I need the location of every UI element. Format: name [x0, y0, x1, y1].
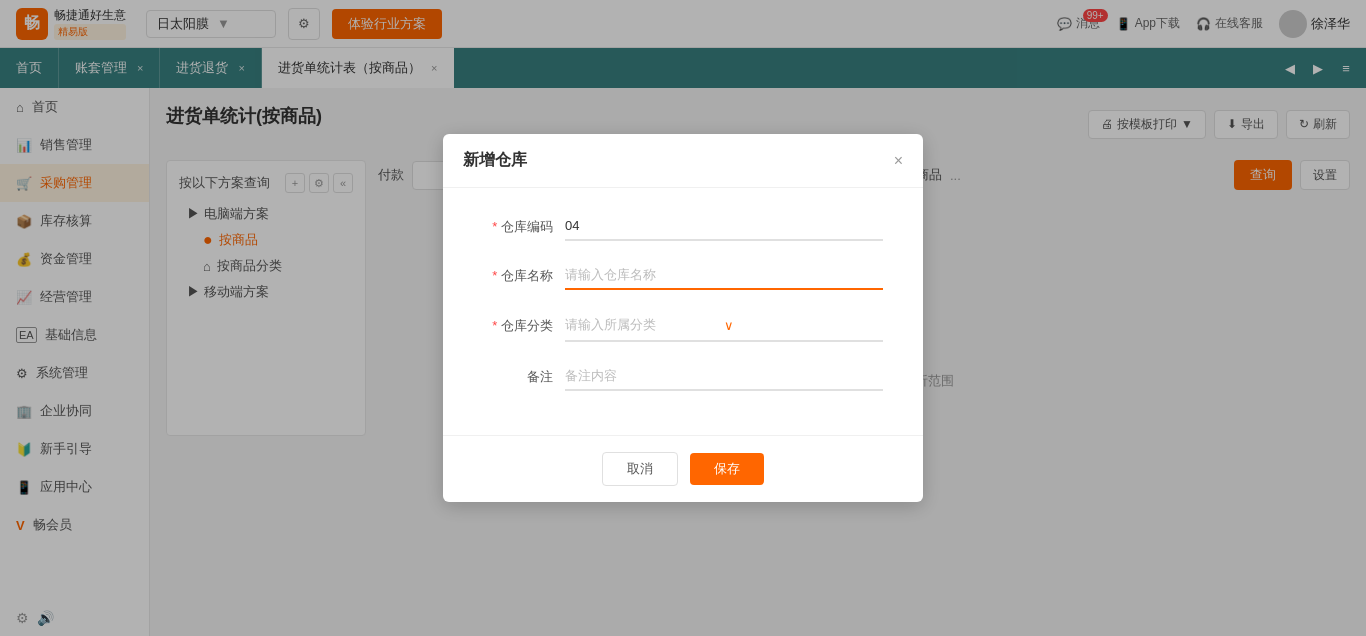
- dialog-header: 新增仓库 ×: [443, 134, 923, 188]
- code-input[interactable]: [565, 212, 883, 241]
- dialog-close-btn[interactable]: ×: [894, 152, 903, 170]
- note-label: 备注: [483, 368, 553, 386]
- form-row-note: 备注: [483, 362, 883, 391]
- category-label: * 仓库分类: [483, 317, 553, 335]
- code-label: * 仓库编码: [483, 218, 553, 236]
- dialog-footer: 取消 保存: [443, 435, 923, 502]
- category-select[interactable]: 请输入所属分类 ∨: [565, 310, 883, 342]
- name-required-star: *: [492, 268, 497, 283]
- code-required-star: *: [492, 219, 497, 234]
- dialog-overlay: 新增仓库 × * 仓库编码 * 仓库名称: [0, 0, 1366, 636]
- name-label: * 仓库名称: [483, 267, 553, 285]
- name-input[interactable]: [565, 261, 883, 290]
- note-input[interactable]: [565, 362, 883, 391]
- save-btn[interactable]: 保存: [690, 453, 764, 485]
- add-warehouse-dialog: 新增仓库 × * 仓库编码 * 仓库名称: [443, 134, 923, 502]
- form-row-name: * 仓库名称: [483, 261, 883, 290]
- form-row-code: * 仓库编码: [483, 212, 883, 241]
- category-required-star: *: [492, 318, 497, 333]
- cancel-btn[interactable]: 取消: [602, 452, 678, 486]
- category-chevron-icon: ∨: [724, 318, 883, 333]
- dialog-body: * 仓库编码 * 仓库名称 * 仓库分类 请输入所属: [443, 188, 923, 435]
- dialog-title: 新增仓库: [463, 150, 527, 171]
- form-row-category: * 仓库分类 请输入所属分类 ∨: [483, 310, 883, 342]
